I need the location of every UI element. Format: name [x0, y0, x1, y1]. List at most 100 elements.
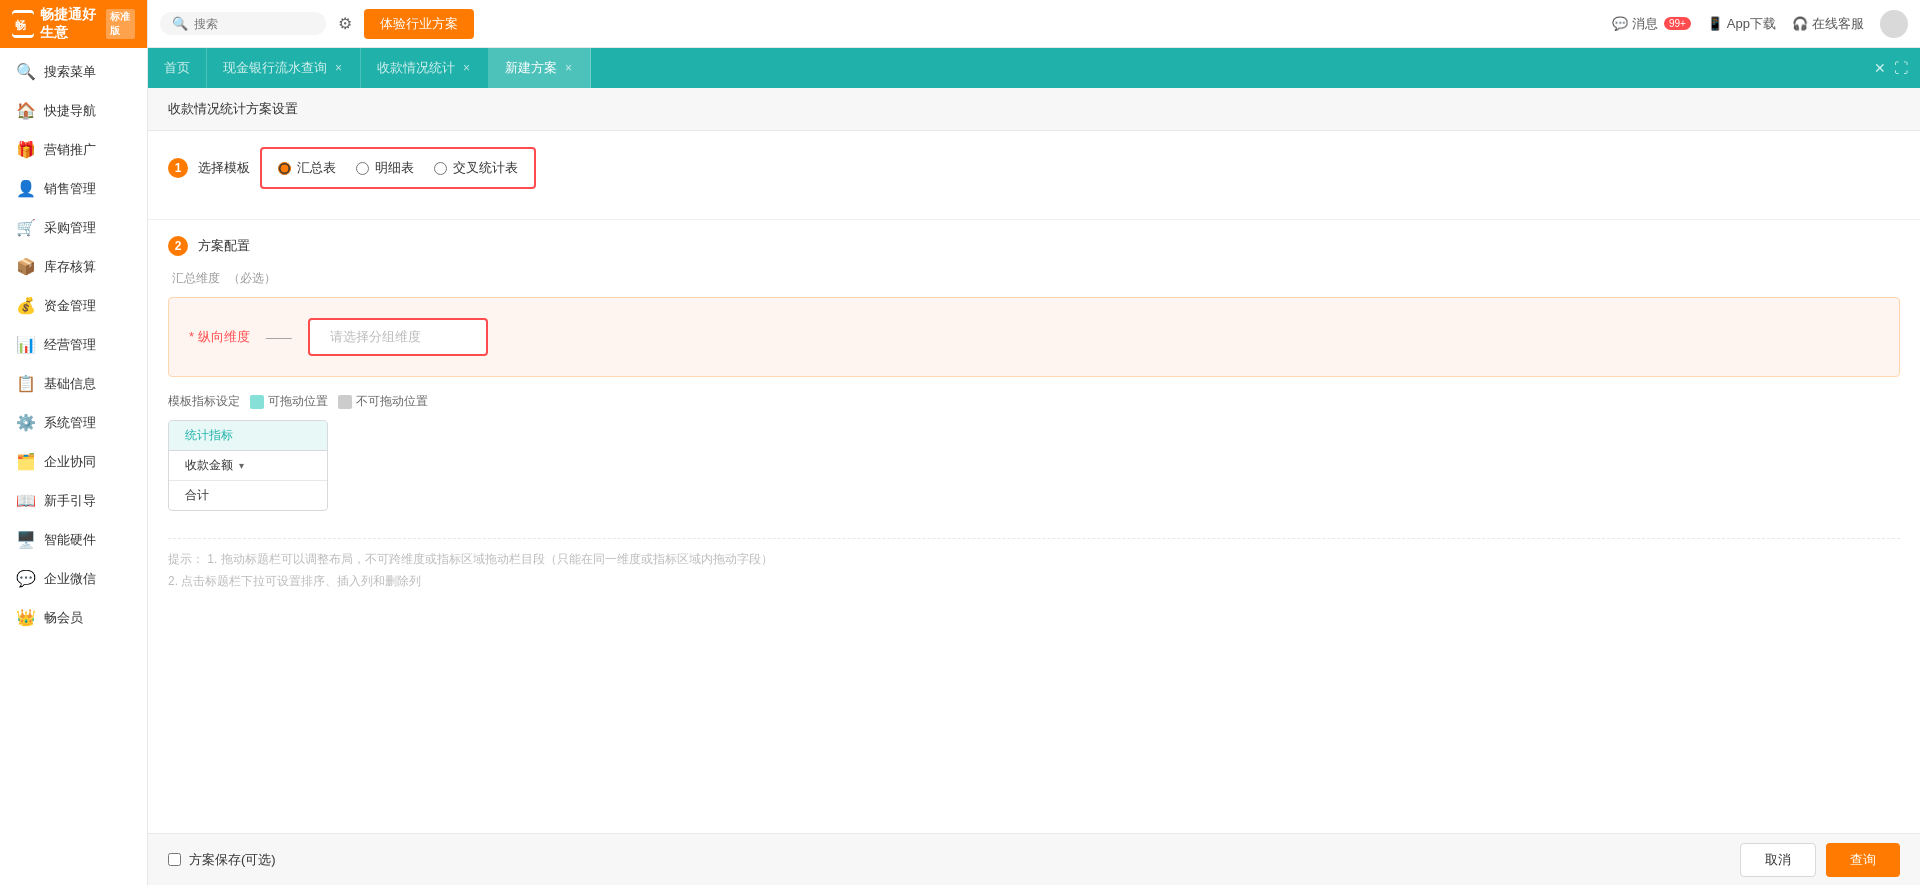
service-icon: 🎧: [1792, 16, 1808, 31]
main-area: 🔍 ⚙ 体验行业方案 💬 消息 99+ 📱 App下载 🎧 在线客服 首页: [148, 0, 1920, 885]
search-nav-icon: 🔍: [16, 62, 36, 81]
topbar-right: 💬 消息 99+ 📱 App下载 🎧 在线客服: [1612, 10, 1908, 38]
chart-icon: 📊: [16, 335, 36, 354]
indicators-header: 模板指标设定 可拖动位置 不可拖动位置: [168, 393, 1900, 410]
dimension-select[interactable]: 请选择分组维度: [308, 318, 488, 356]
settings-icon[interactable]: ⚙: [334, 10, 356, 37]
sidebar-item-collab[interactable]: 🗂️ 企业协同: [0, 442, 147, 481]
sidebar-item-finance[interactable]: 💰 资金管理: [0, 286, 147, 325]
radio-detail[interactable]: 明细表: [356, 159, 414, 177]
message-icon: 💬: [1612, 16, 1628, 31]
save-label: 方案保存(可选): [189, 851, 276, 869]
tip-1: 提示： 1. 拖动标题栏可以调整布局，不可跨维度或指标区域拖动栏目段（只能在同一…: [168, 549, 1900, 571]
tab-new-close[interactable]: ×: [563, 61, 574, 75]
wechat-icon: 💬: [16, 569, 36, 588]
tab-bank-label: 现金银行流水查询: [223, 59, 327, 77]
footer-left: 方案保存(可选): [168, 851, 1730, 869]
sidebar-item-label: 新手引导: [44, 492, 96, 510]
search-icon: 🔍: [172, 16, 188, 31]
online-service-btn[interactable]: 🎧 在线客服: [1792, 15, 1864, 33]
radio-summary[interactable]: 汇总表: [278, 159, 336, 177]
tab-home-label: 首页: [164, 59, 190, 77]
tab-new[interactable]: 新建方案 ×: [489, 48, 591, 88]
tab-close-window-btn[interactable]: ✕: [1874, 60, 1886, 76]
tab-maximize-btn[interactable]: ⛶: [1894, 60, 1908, 76]
topbar: 🔍 ⚙ 体验行业方案 💬 消息 99+ 📱 App下载 🎧 在线客服: [148, 0, 1920, 48]
dimension-arrow: ——: [266, 330, 292, 345]
sidebar-item-quicknav[interactable]: 🏠 快捷导航: [0, 91, 147, 130]
sidebar: 畅 畅捷通好生意 标准版 🔍 搜索菜单 🏠 快捷导航 🎁 营销推广 👤 销售管理…: [0, 0, 148, 885]
fixed-indicator: [338, 395, 352, 409]
gift-icon: 🎁: [16, 140, 36, 159]
radio-cross-label: 交叉统计表: [453, 159, 518, 177]
sidebar-item-label: 库存核算: [44, 258, 96, 276]
sidebar-item-wechat[interactable]: 💬 企业微信: [0, 559, 147, 598]
amount-dropdown-icon[interactable]: ▾: [239, 460, 244, 471]
sidebar-item-sales[interactable]: 👤 销售管理: [0, 169, 147, 208]
radio-summary-input[interactable]: [278, 162, 291, 175]
radio-cross-input[interactable]: [434, 162, 447, 175]
query-button[interactable]: 查询: [1826, 843, 1900, 877]
save-checkbox[interactable]: [168, 853, 181, 866]
radio-detail-input[interactable]: [356, 162, 369, 175]
sidebar-item-label: 快捷导航: [44, 102, 96, 120]
app-download-label: App下载: [1727, 15, 1776, 33]
sidebar-item-label: 采购管理: [44, 219, 96, 237]
indicators-group-label: 统计指标: [185, 428, 233, 442]
tab-home[interactable]: 首页: [148, 48, 207, 88]
tab-bank-close[interactable]: ×: [333, 61, 344, 75]
sidebar-item-marketing[interactable]: 🎁 营销推广: [0, 130, 147, 169]
sidebar-item-label: 畅会员: [44, 609, 83, 627]
sidebar-item-purchase[interactable]: 🛒 采购管理: [0, 208, 147, 247]
step2-title: 方案配置: [198, 237, 250, 255]
box-icon: 📦: [16, 257, 36, 276]
cancel-button[interactable]: 取消: [1740, 843, 1816, 877]
tab-receipt-close[interactable]: ×: [461, 61, 472, 75]
sidebar-item-label: 智能硬件: [44, 531, 96, 549]
hardware-icon: 🖥️: [16, 530, 36, 549]
sidebar-item-search[interactable]: 🔍 搜索菜单: [0, 52, 147, 91]
sidebar-item-label: 系统管理: [44, 414, 96, 432]
sidebar-item-operations[interactable]: 📊 经营管理: [0, 325, 147, 364]
money-icon: 💰: [16, 296, 36, 315]
step2-number: 2: [168, 236, 188, 256]
clipboard-icon: 📋: [16, 374, 36, 393]
sidebar-item-label: 搜索菜单: [44, 63, 96, 81]
message-label: 消息: [1632, 15, 1658, 33]
tip-2: 2. 点击标题栏下拉可设置排序、插入列和删除列: [168, 571, 1900, 593]
sidebar-item-hardware[interactable]: 🖥️ 智能硬件: [0, 520, 147, 559]
step1-title: 选择模板: [198, 159, 250, 177]
tab-receipt[interactable]: 收款情况统计 ×: [361, 48, 489, 88]
legend-fixed: 不可拖动位置: [338, 393, 428, 410]
indicators-area: 模板指标设定 可拖动位置 不可拖动位置 统计指标: [168, 393, 1900, 514]
sidebar-item-label: 经营管理: [44, 336, 96, 354]
sidebar-item-label: 营销推广: [44, 141, 96, 159]
sidebar-item-guide[interactable]: 📖 新手引导: [0, 481, 147, 520]
radio-detail-label: 明细表: [375, 159, 414, 177]
content: 收款情况统计方案设置 1 选择模板 汇总表: [148, 88, 1920, 885]
sidebar-item-inventory[interactable]: 📦 库存核算: [0, 247, 147, 286]
indicators-cell-amount[interactable]: 收款金额 ▾: [169, 451, 327, 480]
service-label: 在线客服: [1812, 15, 1864, 33]
search-input[interactable]: [194, 17, 314, 31]
sidebar-item-member[interactable]: 👑 畅会员: [0, 598, 147, 637]
sidebar-item-basicinfo[interactable]: 📋 基础信息: [0, 364, 147, 403]
dimension-required-hint: （必选）: [228, 271, 276, 285]
message-btn[interactable]: 💬 消息 99+: [1612, 15, 1691, 33]
sidebar-item-system[interactable]: ⚙️ 系统管理: [0, 403, 147, 442]
dimension-label: 汇总维度 （必选）: [168, 270, 1900, 287]
page-title: 收款情况统计方案设置: [148, 88, 1920, 131]
search-bar[interactable]: 🔍: [160, 12, 326, 35]
radio-cross[interactable]: 交叉统计表: [434, 159, 518, 177]
logo-tag: 标准版: [106, 9, 135, 39]
draggable-indicator: [250, 395, 264, 409]
indicators-label: 模板指标设定: [168, 393, 240, 410]
sidebar-item-label: 基础信息: [44, 375, 96, 393]
legend-fixed-label: 不可拖动位置: [356, 393, 428, 410]
dimension-row-label: * 纵向维度: [189, 328, 250, 346]
industry-btn[interactable]: 体验行业方案: [364, 9, 474, 39]
tab-bank[interactable]: 现金银行流水查询 ×: [207, 48, 361, 88]
app-download-btn[interactable]: 📱 App下载: [1707, 15, 1776, 33]
avatar[interactable]: [1880, 10, 1908, 38]
sidebar-nav: 🔍 搜索菜单 🏠 快捷导航 🎁 营销推广 👤 销售管理 🛒 采购管理 📦 库存核…: [0, 48, 147, 885]
